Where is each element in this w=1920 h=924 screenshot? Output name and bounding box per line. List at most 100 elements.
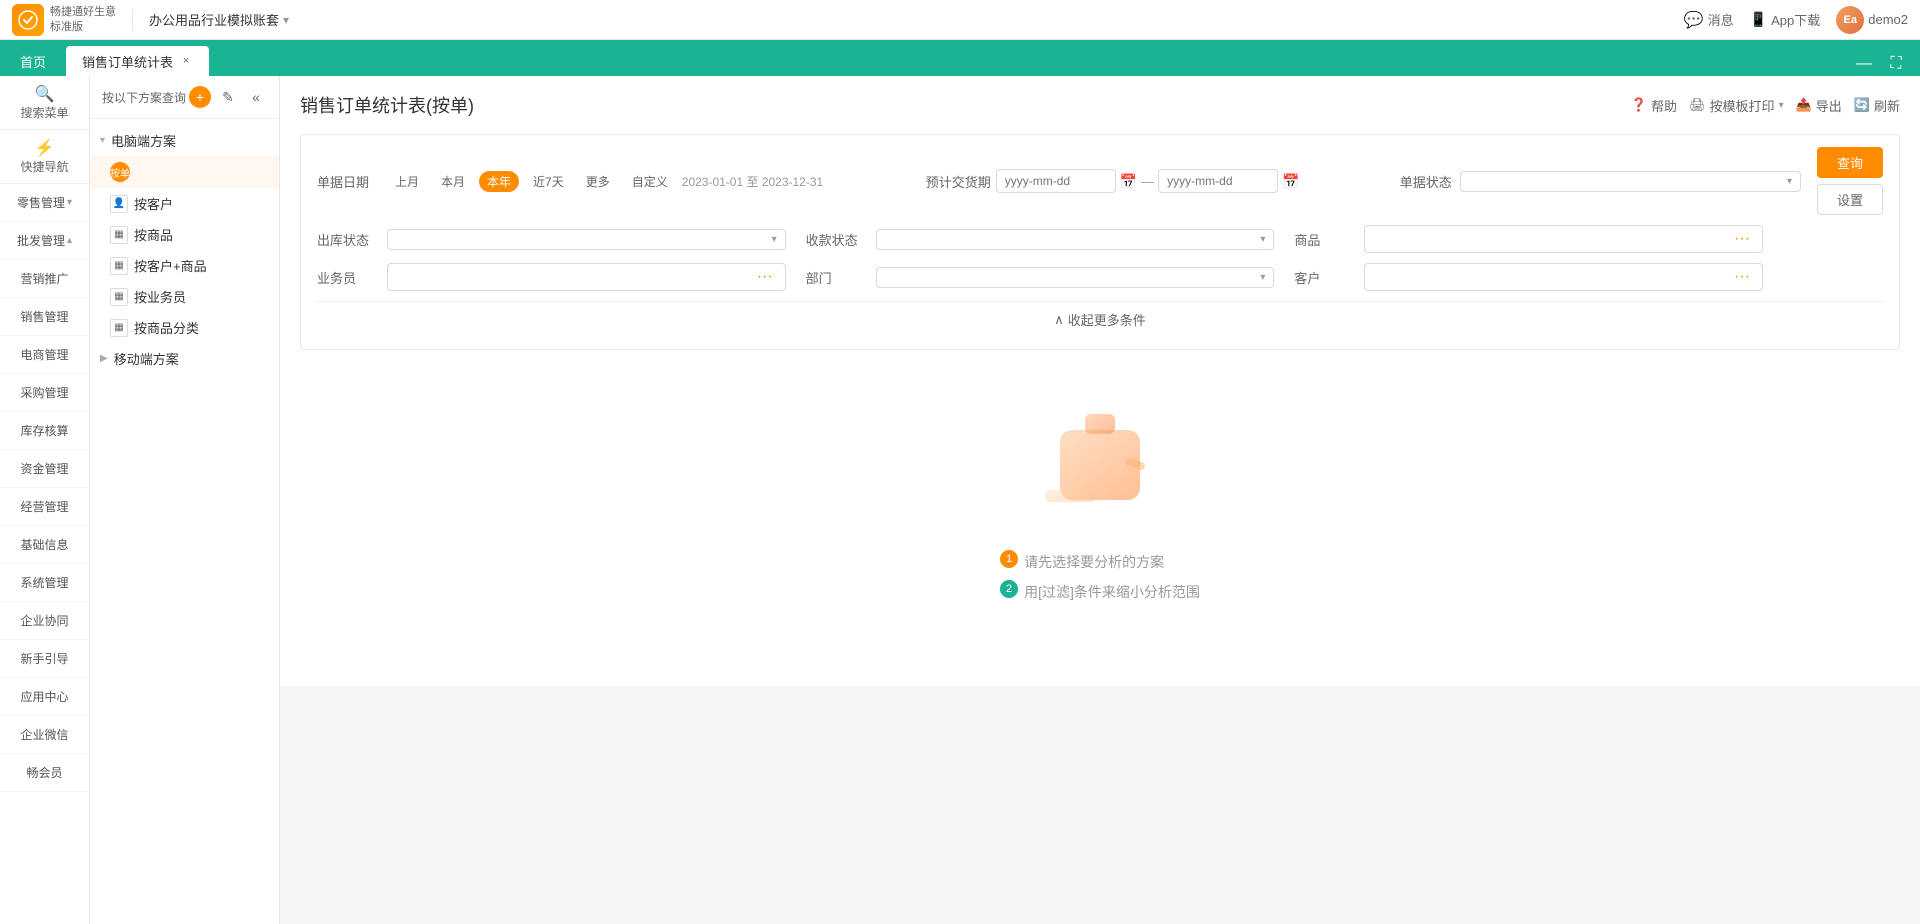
ship-status-select[interactable]: ▾ — [387, 229, 786, 250]
collapse-panel-btn[interactable]: « — [245, 86, 267, 108]
salesperson-ellipsis-btn[interactable]: ··· — [753, 268, 777, 286]
dept-label: 部门 — [806, 268, 876, 287]
customer-product-icon: ▦ — [110, 257, 128, 275]
sidebar-item-newbie[interactable]: 新手引导 — [0, 640, 89, 678]
date-btn-more[interactable]: 更多 — [578, 171, 618, 192]
tree-item-by-category[interactable]: ▦ 按商品分类 — [90, 312, 279, 343]
tree-item-by-customer-product[interactable]: ▦ 按客户+商品 — [90, 250, 279, 281]
customer-icon: 👤 — [110, 195, 128, 213]
date-btn-custom[interactable]: 自定义 — [624, 171, 676, 192]
expected-date-start[interactable] — [996, 169, 1116, 193]
pay-status-label: 收款状态 — [806, 230, 876, 249]
tab-bar-actions: — ⛶ — [1852, 52, 1920, 76]
date-btn-this-month[interactable]: 本月 — [433, 171, 473, 192]
phone-icon: 📱 — [1750, 11, 1767, 28]
tree-desktop-group: ▾ 电脑端方案 — [90, 125, 279, 156]
sidebar-item-sales[interactable]: 销售管理 — [0, 298, 89, 336]
setting-btn[interactable]: 设置 — [1817, 184, 1883, 215]
sidebar-item-enterprise[interactable]: 企业协同 — [0, 602, 89, 640]
bill-date-label: 单据日期 — [317, 172, 387, 191]
tree-item-by-salesperson[interactable]: ▦ 按业务员 — [90, 281, 279, 312]
export-btn[interactable]: 📤 导出 — [1796, 96, 1842, 115]
sidebar-item-inventory[interactable]: 库存核算 — [0, 412, 89, 450]
date-btn-last-7days[interactable]: 近7天 — [525, 171, 572, 192]
top-bar-right: 💬 消息 📱 App下载 Ea demo2 — [1684, 6, 1908, 34]
sidebar-item-system[interactable]: 系统管理 — [0, 564, 89, 602]
empty-state: 1 请先选择要分析的方案 2 用[过滤]条件来缩小分析范围 — [300, 350, 1900, 670]
left-panel: 按以下方案查询 + ✎ « ▾ 电脑端方案 按单 👤 按客户 ▦ 按商品 — [90, 76, 280, 924]
refresh-btn[interactable]: 🔄 刷新 — [1854, 96, 1900, 115]
top-bar: 畅捷通好生意 标准版 办公用品行业模拟账套 ▾ 💬 消息 📱 App下载 Ea … — [0, 0, 1920, 40]
query-btn[interactable]: 查询 — [1817, 147, 1883, 178]
main-layout: 🔍 搜索菜单 ⚡ 快捷导航 零售管理 ▾ 批发管理 ▴ 营销推广 销售管理 电商… — [0, 76, 1920, 924]
logo-text: 畅捷通好生意 标准版 — [50, 5, 116, 34]
sidebar-item-ecommerce[interactable]: 电商管理 — [0, 336, 89, 374]
sidebar-item-app-center[interactable]: 应用中心 — [0, 678, 89, 716]
expected-date-wrap: 📅 — 📅 — [996, 169, 1400, 193]
print-btn[interactable]: 🖨 按模板打印 ▾ — [1689, 96, 1784, 115]
empty-tips: 1 请先选择要分析的方案 2 用[过滤]条件来缩小分析范围 — [1000, 550, 1200, 610]
product-field[interactable]: ··· — [1364, 225, 1763, 253]
page-title: 销售订单统计表(按单) — [300, 92, 474, 118]
bill-status-label: 单据状态 — [1400, 172, 1460, 191]
tab-close-icon[interactable]: × — [179, 54, 193, 68]
tab-home[interactable]: 首页 — [4, 46, 62, 76]
customer-field[interactable]: ··· — [1364, 263, 1763, 291]
main-content: 销售订单统计表(按单) ❓ 帮助 🖨 按模板打印 ▾ 📤 导出 — [280, 76, 1920, 924]
logo-area: 畅捷通好生意 标准版 — [12, 4, 116, 36]
tree-mobile-group[interactable]: ▶ 移动端方案 — [90, 343, 279, 374]
maximize-icon[interactable]: ⛶ — [1884, 52, 1908, 76]
scheme-tree: ▾ 电脑端方案 按单 👤 按客户 ▦ 按商品 ▦ 按客户+商品 ▦ 按业务员 — [90, 119, 279, 380]
sidebar-item-marketing[interactable]: 营销推广 — [0, 260, 89, 298]
collapse-bar[interactable]: ∧ 收起更多条件 — [317, 301, 1883, 337]
date-btn-this-year[interactable]: 本年 — [479, 171, 519, 192]
customer-ellipsis-btn[interactable]: ··· — [1730, 268, 1754, 286]
message-icon: 💬 — [1684, 10, 1704, 30]
calendar-end-icon[interactable]: 📅 — [1282, 173, 1299, 190]
ship-status-label: 出库状态 — [317, 230, 387, 249]
sidebar-item-member[interactable]: 畅会员 — [0, 754, 89, 792]
filter-row-2: 出库状态 ▾ 收款状态 ▾ 商品 ··· — [317, 225, 1883, 253]
filter-area: 单据日期 上月 本月 本年 近7天 更多 自定义 2023-01-01 至 20… — [300, 134, 1900, 350]
sidebar-item-basic-info[interactable]: 基础信息 — [0, 526, 89, 564]
tip-num-2: 2 — [1000, 580, 1018, 598]
sidebar-item-finance[interactable]: 资金管理 — [0, 450, 89, 488]
add-scheme-btn[interactable]: + — [189, 86, 211, 108]
sidebar-item-operations[interactable]: 经营管理 — [0, 488, 89, 526]
sidebar-search-menu[interactable]: 🔍 搜索菜单 — [0, 76, 89, 130]
category-icon: ▦ — [110, 319, 128, 337]
date-btn-last-month[interactable]: 上月 — [387, 171, 427, 192]
print-dropdown-arrow-icon: ▾ — [1779, 100, 1784, 111]
calendar-start-icon[interactable]: 📅 — [1120, 173, 1137, 190]
tab-sales-order-stats[interactable]: 销售订单统计表 × — [66, 46, 209, 76]
date-separator: — — [1141, 174, 1154, 189]
dept-select[interactable]: ▾ — [876, 267, 1275, 288]
sidebar-item-purchase[interactable]: 采购管理 — [0, 374, 89, 412]
edit-scheme-btn[interactable]: ✎ — [217, 86, 239, 108]
sidebar-item-wholesale[interactable]: 批发管理 ▴ — [0, 222, 89, 260]
salesperson-field[interactable]: ··· — [387, 263, 786, 291]
tree-item-by-bill[interactable]: 按单 — [90, 156, 279, 188]
sidebar-item-wechat[interactable]: 企业微信 — [0, 716, 89, 754]
chevron-up-icon: ▴ — [67, 235, 72, 246]
expected-date-label: 预计交货期 — [926, 172, 996, 191]
bill-status-select[interactable]: ▾ — [1460, 171, 1801, 192]
sidebar-item-retail[interactable]: 零售管理 ▾ — [0, 184, 89, 222]
top-bar-title[interactable]: 办公用品行业模拟账套 ▾ — [149, 10, 289, 29]
tree-item-by-customer[interactable]: 👤 按客户 — [90, 188, 279, 219]
user-menu[interactable]: Ea demo2 — [1836, 6, 1908, 34]
pay-status-select[interactable]: ▾ — [876, 229, 1275, 250]
app-download-btn[interactable]: 📱 App下载 — [1750, 10, 1821, 29]
query-btns: 查询 设置 — [1817, 147, 1883, 215]
filter-row-3: 业务员 ··· 部门 ▾ 客户 ··· — [317, 263, 1883, 291]
sidebar-quick-nav[interactable]: ⚡ 快捷导航 — [0, 130, 89, 184]
expected-date-end[interactable] — [1158, 169, 1278, 193]
tree-item-by-product[interactable]: ▦ 按商品 — [90, 219, 279, 250]
minimize-icon[interactable]: — — [1852, 52, 1876, 76]
help-btn[interactable]: ❓ 帮助 — [1631, 96, 1677, 115]
collapse-icon: ∧ — [1054, 312, 1064, 328]
refresh-icon: 🔄 — [1854, 97, 1870, 113]
product-label: 商品 — [1294, 230, 1364, 249]
message-btn[interactable]: 💬 消息 — [1684, 10, 1734, 30]
product-ellipsis-btn[interactable]: ··· — [1730, 230, 1754, 248]
